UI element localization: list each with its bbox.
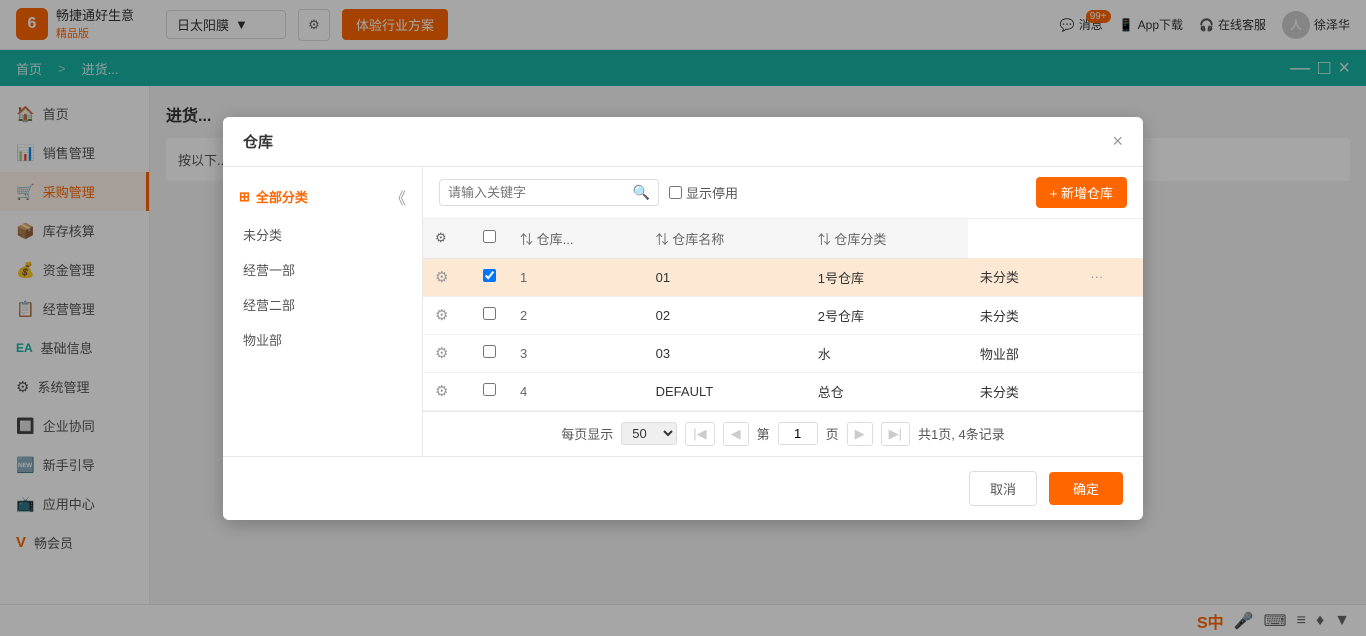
last-page-button[interactable]: ▶| [881, 422, 910, 446]
row-name: 2号仓库 [806, 296, 968, 334]
modal-close-button[interactable]: × [1112, 132, 1123, 150]
row-code: DEFAULT [644, 372, 806, 410]
row-code: 03 [644, 334, 806, 372]
row-category: 未分类 [968, 296, 1078, 334]
page-number-input[interactable] [778, 422, 818, 445]
table-panel: 🔍 显示停用 + 新增仓库 ⚙ [423, 167, 1143, 456]
row-gear-icon: ⚙ [435, 269, 448, 286]
modal-body: ⊞ 全部分类 《 未分类 经营一部 经营二部 物业部 [223, 167, 1143, 456]
row-category: 未分类 [968, 372, 1078, 410]
modal-overlay: 仓库 × ⊞ 全部分类 《 未分类 经营一部 经营二部 [0, 0, 1366, 636]
table-row[interactable]: ⚙ 1 01 1号仓库 未分类 ··· [423, 258, 1143, 296]
row-num: 1 [508, 258, 644, 296]
pagination-bar: 每页显示 102050100 |◀ ◀ 第 页 ▶ ▶| 共1页, 4条记录 [423, 411, 1143, 456]
cancel-button[interactable]: 取消 [969, 471, 1037, 506]
row-gear-icon: ⚙ [435, 383, 448, 400]
category-all[interactable]: ⊞ 全部分类 《 [223, 177, 422, 217]
next-page-button[interactable]: ▶ [847, 422, 873, 446]
prev-page-button[interactable]: ◀ [723, 422, 749, 446]
row-name: 总仓 [806, 372, 968, 410]
per-page-select[interactable]: 102050100 [621, 422, 677, 445]
total-records-label: 共1页, 4条记录 [918, 424, 1005, 443]
modal-footer: 取消 确定 [223, 456, 1143, 520]
row-checkbox[interactable] [483, 383, 496, 396]
sort-icon: ⇅ [520, 232, 533, 247]
confirm-button[interactable]: 确定 [1049, 472, 1123, 505]
grid-icon: ⊞ [239, 189, 250, 205]
row-code: 01 [644, 258, 806, 296]
table-row[interactable]: ⚙ 4 DEFAULT 总仓 未分类 [423, 372, 1143, 410]
row-name: 水 [806, 334, 968, 372]
sort-icon-cat: ⇅ [818, 232, 831, 247]
table-row[interactable]: ⚙ 3 03 水 物业部 [423, 334, 1143, 372]
search-input[interactable] [448, 185, 633, 200]
modal-title: 仓库 [243, 131, 273, 152]
category-item-ops1[interactable]: 经营一部 [223, 252, 422, 287]
gear-icon: ⚙ [435, 230, 447, 245]
row-checkbox[interactable] [483, 345, 496, 358]
category-item-uncategorized[interactable]: 未分类 [223, 217, 422, 252]
modal-header: 仓库 × [223, 117, 1143, 167]
row-name: 1号仓库 [806, 258, 968, 296]
search-icon: 🔍 [633, 184, 650, 201]
col-name: ⇅ 仓库名称 [644, 219, 806, 259]
table-header-row: ⚙ ⇅ 仓库... ⇅ [423, 219, 1143, 259]
add-warehouse-button[interactable]: + 新增仓库 [1036, 177, 1127, 208]
col-category: ⇅ 仓库分类 [806, 219, 968, 259]
first-page-button[interactable]: |◀ [685, 422, 714, 446]
col-code: ⇅ 仓库... [508, 219, 644, 259]
row-category: 未分类 [968, 258, 1078, 296]
warehouse-modal: 仓库 × ⊞ 全部分类 《 未分类 经营一部 经营二部 [223, 117, 1143, 520]
category-item-property[interactable]: 物业部 [223, 322, 422, 357]
search-box: 🔍 [439, 179, 659, 206]
row-code: 02 [644, 296, 806, 334]
sort-icon-name: ⇅ [656, 232, 669, 247]
col-checkbox [471, 219, 508, 259]
table-toolbar: 🔍 显示停用 + 新增仓库 [423, 167, 1143, 219]
row-num: 4 [508, 372, 644, 410]
row-num: 3 [508, 334, 644, 372]
table-row[interactable]: ⚙ 2 02 2号仓库 未分类 [423, 296, 1143, 334]
col-gear: ⚙ [423, 219, 471, 259]
row-gear-icon: ⚙ [435, 345, 448, 362]
show-disabled-checkbox[interactable] [669, 186, 682, 199]
row-num: 2 [508, 296, 644, 334]
show-disabled-checkbox-label: 显示停用 [669, 183, 738, 202]
select-all-checkbox[interactable] [483, 230, 496, 243]
row-more[interactable]: ··· [1078, 258, 1143, 296]
category-item-ops2[interactable]: 经营二部 [223, 287, 422, 322]
row-checkbox[interactable] [483, 307, 496, 320]
row-checkbox[interactable] [483, 269, 496, 282]
data-table: ⚙ ⇅ 仓库... ⇅ [423, 219, 1143, 411]
category-collapse-button[interactable]: 《 [390, 185, 406, 209]
row-gear-icon: ⚙ [435, 307, 448, 324]
row-category: 物业部 [968, 334, 1078, 372]
category-panel: ⊞ 全部分类 《 未分类 经营一部 经营二部 物业部 [223, 167, 423, 456]
